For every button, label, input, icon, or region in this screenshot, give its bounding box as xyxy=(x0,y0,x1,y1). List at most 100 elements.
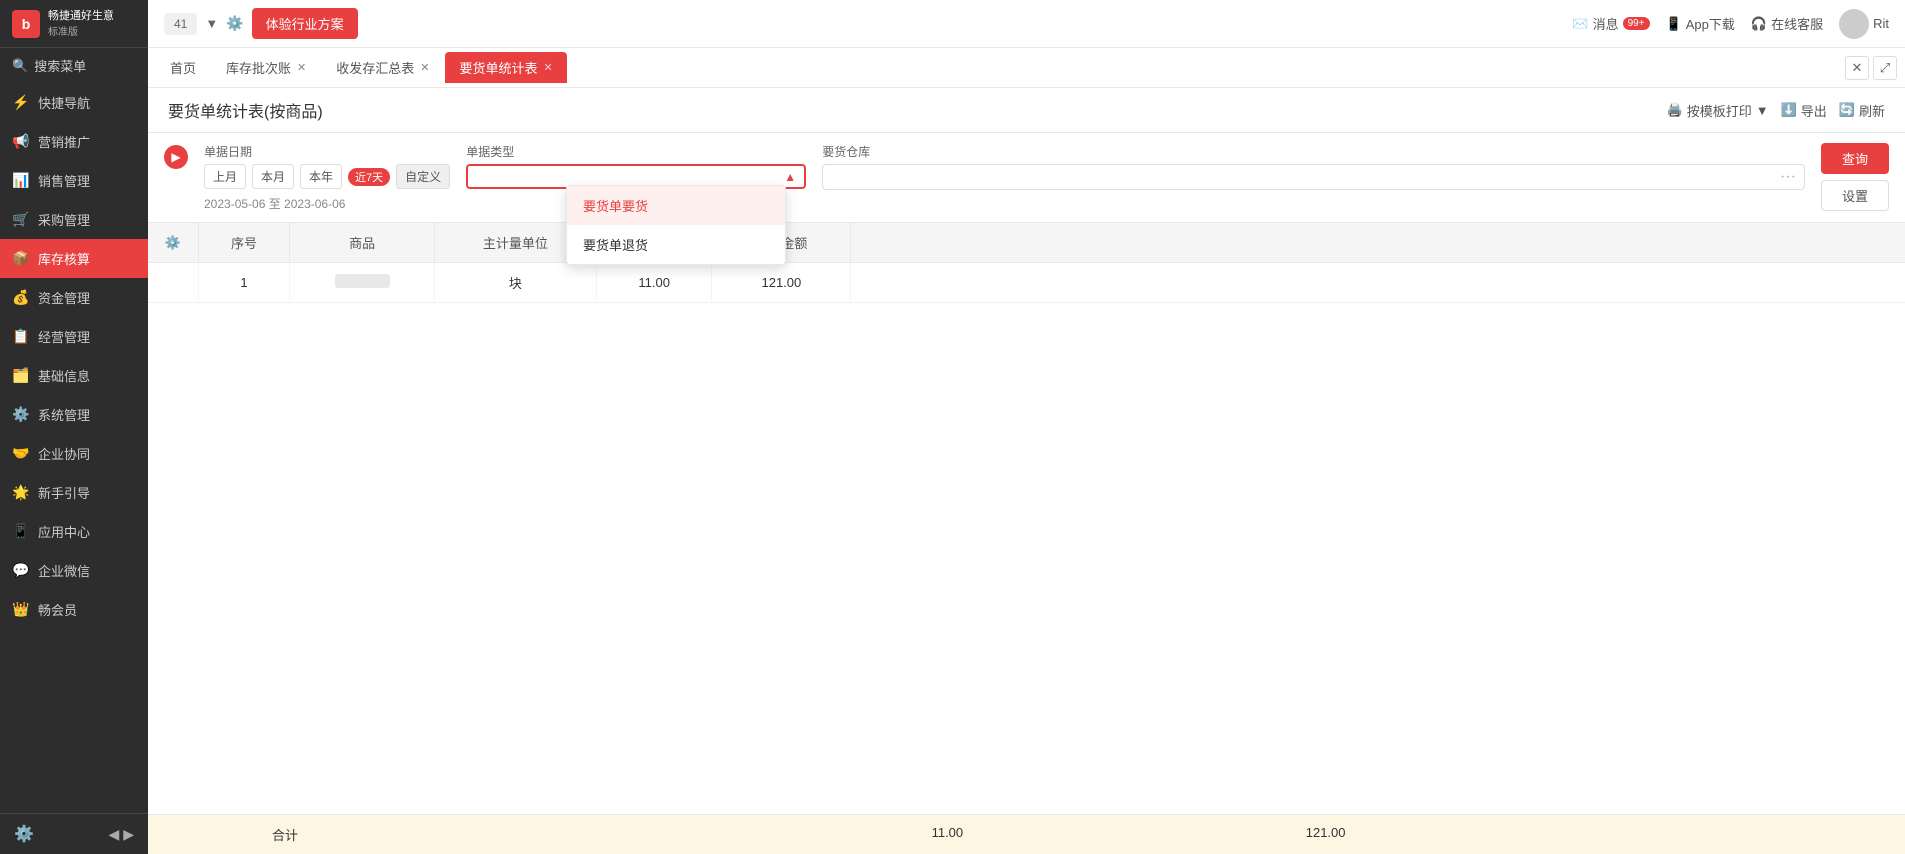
sidebar-item-operation[interactable]: 📋 经营管理 xyxy=(0,317,148,356)
sidebar-logo: b 畅捷通好生意 标准版 xyxy=(0,0,148,48)
warehouse-filter-more-icon[interactable]: ··· xyxy=(1780,168,1796,186)
date-custom-button[interactable]: 自定义 xyxy=(396,164,450,189)
settings-button[interactable]: 设置 xyxy=(1821,180,1889,211)
cell-amount: 121.00 xyxy=(712,263,851,303)
phone-icon: 📱 xyxy=(1666,16,1682,32)
sidebar-item-label: 企业协同 xyxy=(38,444,90,463)
tabbar: 首页 库存批次账 ✕ 收发存汇总表 ✕ 要货单统计表 ✕ ✕ ⤢ xyxy=(148,48,1905,88)
messages-item[interactable]: ✉️ 消息 99+ xyxy=(1572,14,1649,33)
print-dropdown-icon[interactable]: ▼ xyxy=(1756,103,1769,118)
col-goods-header: 商品 xyxy=(290,223,434,263)
sidebar-item-guide[interactable]: 🌟 新手引导 xyxy=(0,473,148,512)
refresh-icon: 🔄 xyxy=(1839,102,1855,118)
tab-inventory-batch[interactable]: 库存批次账 ✕ xyxy=(212,52,320,83)
search-icon: 🔍 xyxy=(12,58,28,74)
sidebar-item-label: 营销推广 xyxy=(38,132,90,151)
online-service-item[interactable]: 🎧 在线客服 xyxy=(1751,14,1823,33)
warehouse-filter-input[interactable] xyxy=(831,170,1776,185)
page-actions: 🖨️ 按模板打印 ▼ ⬇️ 导出 🔄 刷新 xyxy=(1667,101,1885,120)
col-index-header: 序号 xyxy=(198,223,290,263)
tab-home[interactable]: 首页 xyxy=(156,52,210,83)
sidebar-item-app-center[interactable]: 📱 应用中心 xyxy=(0,512,148,551)
logo-sub: 标准版 xyxy=(48,23,114,38)
cell-unit: 块 xyxy=(434,263,596,303)
dropdown-item-request-return[interactable]: 要货单退货 xyxy=(567,225,785,264)
user-avatar-item[interactable]: Rit xyxy=(1839,9,1889,39)
sidebar-collapse-icon[interactable]: ◀ xyxy=(108,826,119,843)
col-settings-header[interactable]: ⚙️ xyxy=(148,223,198,263)
sidebar-item-label: 企业微信 xyxy=(38,561,90,580)
settings-gear-icon[interactable]: ⚙️ xyxy=(14,824,34,844)
system-icon: ⚙️ xyxy=(12,406,30,423)
app-download-label: App下载 xyxy=(1686,14,1735,33)
sidebar-item-base-info[interactable]: 🗂️ 基础信息 xyxy=(0,356,148,395)
tab-close-all-button[interactable]: ✕ xyxy=(1845,56,1869,80)
tab-inventory-batch-close[interactable]: ✕ xyxy=(297,61,306,74)
tab-expand-button[interactable]: ⤢ xyxy=(1873,56,1897,80)
date-cur-month-button[interactable]: 本月 xyxy=(252,164,294,189)
sidebar-expand-icon[interactable]: ▶ xyxy=(123,826,134,843)
tab-receivable-summary-label: 收发存汇总表 xyxy=(336,58,414,77)
topbar-dropdown-arrow[interactable]: ▼ xyxy=(205,16,218,31)
sidebar-item-wechat[interactable]: 💬 企业微信 xyxy=(0,551,148,590)
sidebar-item-marketing[interactable]: 📢 营销推广 xyxy=(0,122,148,161)
sidebar-item-finance[interactable]: 💰 资金管理 xyxy=(0,278,148,317)
sidebar-item-purchase[interactable]: 🛒 采购管理 xyxy=(0,200,148,239)
refresh-label: 刷新 xyxy=(1859,101,1885,120)
tab-receivable-summary[interactable]: 收发存汇总表 ✕ xyxy=(322,52,443,83)
wechat-icon: 💬 xyxy=(12,562,30,579)
operation-icon: 📋 xyxy=(12,328,30,345)
date-filter-label: 单据日期 xyxy=(204,143,450,160)
sidebar-item-label: 系统管理 xyxy=(38,405,90,424)
sales-icon: 📊 xyxy=(12,172,30,189)
trial-button[interactable]: 体验行业方案 xyxy=(252,8,358,39)
sidebar-item-enterprise[interactable]: 🤝 企业协同 xyxy=(0,434,148,473)
messages-badge: 99+ xyxy=(1623,17,1650,30)
topbar-gear-icon[interactable]: ⚙️ xyxy=(226,15,243,32)
sidebar-item-label: 快捷导航 xyxy=(38,93,90,112)
topbar-right: ✉️ 消息 99+ 📱 App下载 🎧 在线客服 Rit xyxy=(1572,9,1889,39)
tab-receivable-summary-close[interactable]: ✕ xyxy=(420,61,429,74)
marketing-icon: 📢 xyxy=(12,133,30,150)
type-dropdown: 要货单要货 要货单退货 xyxy=(566,185,786,265)
topbar: 41 ▼ ⚙️ 体验行业方案 ✉️ 消息 99+ 📱 App下载 🎧 在线客服 … xyxy=(148,0,1905,48)
date-cur-year-button[interactable]: 本年 xyxy=(300,164,342,189)
sidebar-item-member[interactable]: 👑 畅会员 xyxy=(0,590,148,629)
logo-icon: b xyxy=(12,10,40,38)
date-week-badge[interactable]: 近7天 xyxy=(348,168,390,186)
sidebar-item-sales[interactable]: 📊 销售管理 xyxy=(0,161,148,200)
filter-expand-button[interactable]: ▶ xyxy=(164,145,188,169)
type-filter-input[interactable] xyxy=(476,169,784,184)
sidebar-item-quick-nav[interactable]: ⚡ 快捷导航 xyxy=(0,83,148,122)
tab-request-summary-close[interactable]: ✕ xyxy=(544,61,553,74)
app-download-item[interactable]: 📱 App下载 xyxy=(1666,14,1735,33)
goods-placeholder xyxy=(335,274,390,288)
tab-request-summary[interactable]: 要货单统计表 ✕ xyxy=(445,52,566,83)
type-filter-group: 单据类型 ▲ xyxy=(466,143,806,189)
refresh-button[interactable]: 🔄 刷新 xyxy=(1839,101,1885,120)
dropdown-item-request-delivery[interactable]: 要货单要货 xyxy=(567,186,785,225)
sidebar-search[interactable]: 🔍 搜索菜单 xyxy=(0,48,148,83)
query-button[interactable]: 查询 xyxy=(1821,143,1889,174)
date-filter-group: 单据日期 上月 本月 本年 近7天 自定义 2023-05-06 至 2023-… xyxy=(204,143,450,212)
enterprise-icon: 🤝 xyxy=(12,445,30,462)
user-avatar xyxy=(1839,9,1869,39)
sidebar-item-label: 采购管理 xyxy=(38,210,90,229)
sidebar-item-system[interactable]: ⚙️ 系统管理 xyxy=(0,395,148,434)
footer-spacer xyxy=(1515,825,1893,844)
member-icon: 👑 xyxy=(12,601,30,618)
footer-quantity: 11.00 xyxy=(758,825,1136,844)
export-button[interactable]: ⬇️ 导出 xyxy=(1781,101,1827,120)
date-prev-month-button[interactable]: 上月 xyxy=(204,164,246,189)
sidebar-item-label: 畅会员 xyxy=(38,600,77,619)
template-print-button[interactable]: 🖨️ 按模板打印 ▼ xyxy=(1667,101,1769,120)
sidebar-nav: ⚡ 快捷导航 📢 营销推广 📊 销售管理 🛒 采购管理 📦 库存核算 💰 资金管… xyxy=(0,83,148,813)
sidebar: b 畅捷通好生意 标准版 🔍 搜索菜单 ⚡ 快捷导航 📢 营销推广 📊 销售管理… xyxy=(0,0,148,854)
logo-name: 畅捷通好生意 xyxy=(48,9,114,23)
cell-goods xyxy=(290,263,434,303)
tab-home-label: 首页 xyxy=(170,58,196,77)
purchase-icon: 🛒 xyxy=(12,211,30,228)
cell-settings xyxy=(148,263,198,303)
type-filter-chevron-up-icon[interactable]: ▲ xyxy=(784,170,796,184)
sidebar-item-inventory[interactable]: 📦 库存核算 xyxy=(0,239,148,278)
